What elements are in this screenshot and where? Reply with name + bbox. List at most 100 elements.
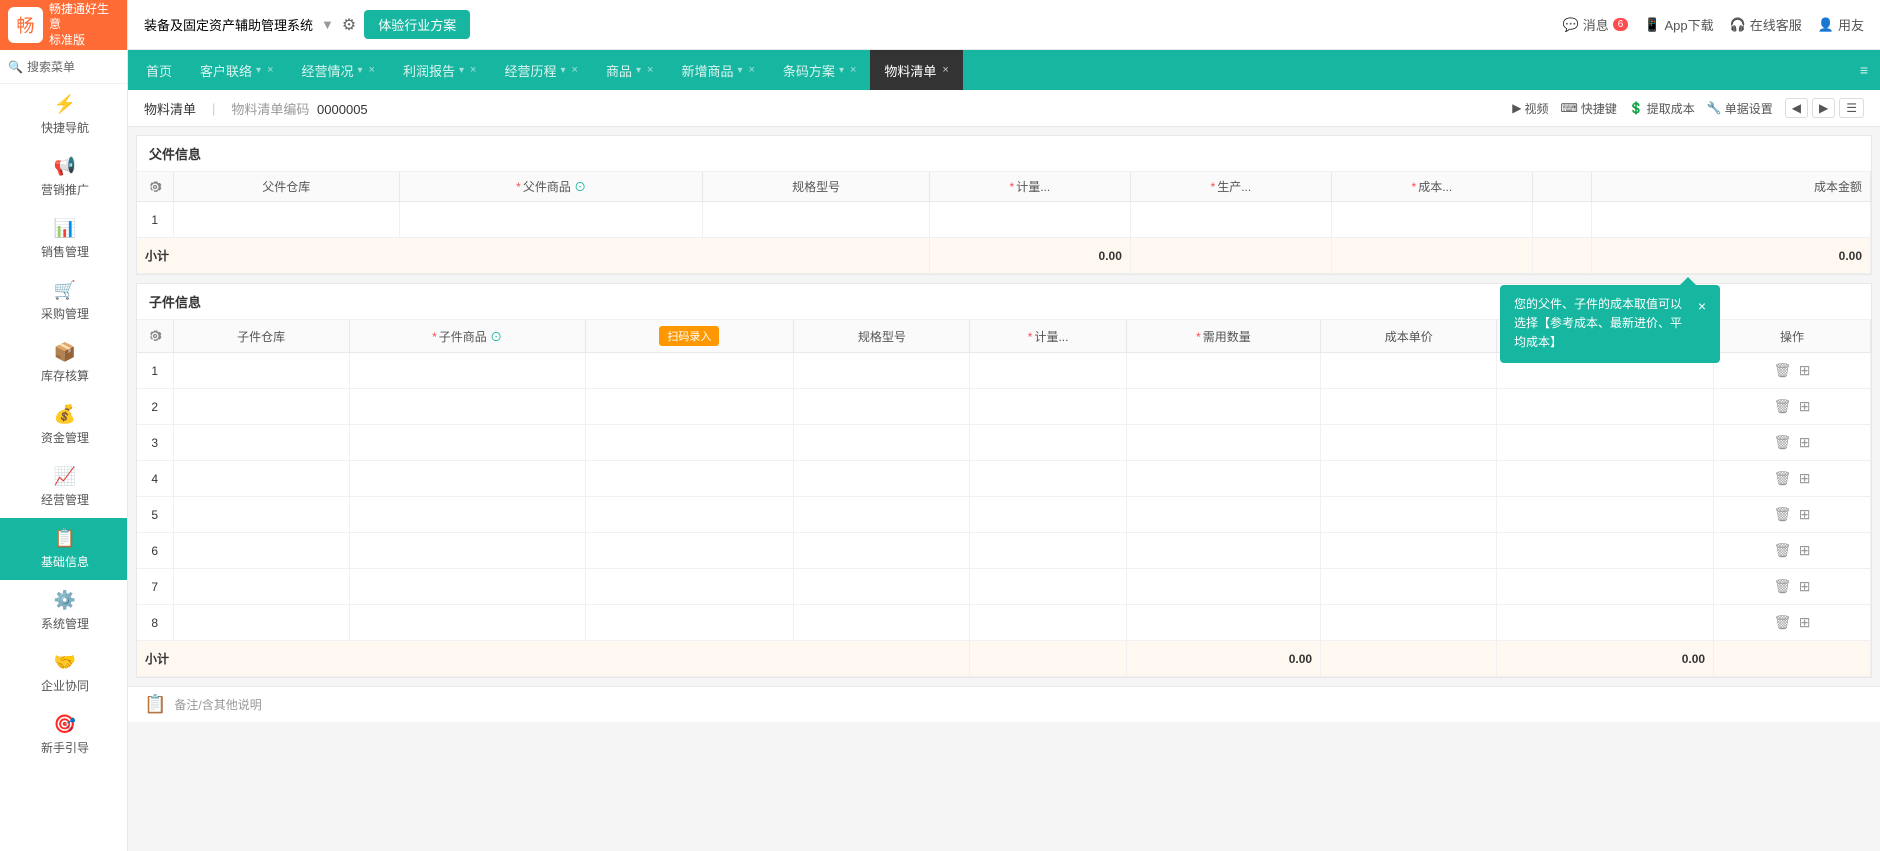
- list-view-btn[interactable]: ☰: [1839, 98, 1864, 118]
- parent-subtotal-label: 小计: [137, 238, 929, 274]
- settings-icon[interactable]: ⚙: [342, 15, 356, 35]
- child-unit-cell-1[interactable]: [970, 353, 1126, 389]
- delete-icon[interactable]: 🗑: [1772, 612, 1794, 632]
- delete-icon[interactable]: 🗑: [1772, 468, 1794, 488]
- tab-home[interactable]: 首页: [132, 50, 186, 90]
- delete-icon[interactable]: 🗑: [1772, 540, 1794, 560]
- th-child-unit: *计量...: [970, 320, 1126, 353]
- doc-settings-btn[interactable]: 🔧 单据设置: [1707, 100, 1773, 117]
- bottom-hint: 📋 备注/含其他说明: [128, 686, 1880, 722]
- experience-btn[interactable]: 体验行业方案: [364, 10, 470, 39]
- sidebar-item-system[interactable]: ⚙️ 系统管理: [0, 580, 127, 642]
- row-num: 1: [137, 202, 173, 238]
- delete-icon[interactable]: 🗑: [1772, 504, 1794, 524]
- tab-history[interactable]: 经营历程 ▾ ×: [490, 50, 591, 90]
- child-unitcost-cell-1[interactable]: [1321, 353, 1497, 389]
- close-icon[interactable]: ×: [572, 64, 578, 76]
- top-header: 装备及固定资产辅助管理系统 ▼ ⚙ 体验行业方案 💬 消息 6 📱 App下载 …: [128, 0, 1880, 50]
- main-content: 装备及固定资产辅助管理系统 ▼ ⚙ 体验行业方案 💬 消息 6 📱 App下载 …: [128, 0, 1880, 851]
- tab-profit[interactable]: 利润报告 ▾ ×: [389, 50, 490, 90]
- user-btn[interactable]: 👤 用友: [1818, 15, 1864, 34]
- close-icon[interactable]: ×: [647, 64, 653, 76]
- sidebar-item-inventory[interactable]: 📦 库存核算: [0, 332, 127, 394]
- child-table-row: 6 🗑 ⊞: [137, 533, 1871, 569]
- tooltip-close-btn[interactable]: ×: [1698, 295, 1706, 317]
- delete-icon[interactable]: 🗑: [1772, 432, 1794, 452]
- parent-subtotal-amount: 0.00: [1592, 238, 1871, 274]
- close-icon[interactable]: ×: [748, 64, 754, 76]
- th-unit: *计量...: [929, 172, 1130, 202]
- user-icon: 👤: [1818, 17, 1834, 33]
- tab-bom[interactable]: 物料清单 ×: [870, 50, 962, 90]
- child-reqqty-cell-1[interactable]: [1126, 353, 1320, 389]
- chevron-down-icon: ▾: [358, 65, 363, 76]
- child-table-row: 5 🗑 ⊞: [137, 497, 1871, 533]
- sidebar-item-basic-info[interactable]: 📋 基础信息: [0, 518, 127, 580]
- th-child-settings[interactable]: [137, 320, 173, 353]
- video-btn[interactable]: ▶ 视频: [1512, 100, 1548, 117]
- tab-new-product[interactable]: 新增商品 ▾ ×: [667, 50, 768, 90]
- online-service-btn[interactable]: 🎧 在线客服: [1730, 15, 1802, 34]
- parent-product-cell[interactable]: [400, 202, 703, 238]
- sidebar-item-finance[interactable]: 💰 资金管理: [0, 394, 127, 456]
- th-cost-amount: 成本金额: [1592, 172, 1871, 202]
- extract-cost-btn[interactable]: 💲 提取成本: [1629, 100, 1695, 117]
- sidebar-item-marketing[interactable]: 📢 营销推广: [0, 146, 127, 208]
- sidebar-item-purchase[interactable]: 🛒 采购管理: [0, 270, 127, 332]
- tab-operation[interactable]: 经营情况 ▾ ×: [288, 50, 389, 90]
- close-icon[interactable]: ×: [470, 64, 476, 76]
- chevron-down-icon: ▾: [560, 65, 565, 76]
- close-icon[interactable]: ×: [267, 64, 273, 76]
- copy-icon[interactable]: ⊞: [1797, 360, 1813, 380]
- page-breadcrumb-title: 物料清单: [144, 99, 196, 118]
- copy-icon[interactable]: ⊞: [1797, 396, 1813, 416]
- close-icon[interactable]: ×: [942, 64, 948, 76]
- shortcut-btn[interactable]: ⌨ 快捷键: [1560, 100, 1616, 117]
- child-product-cell-1[interactable]: [349, 353, 585, 389]
- parent-spec-cell[interactable]: [703, 202, 930, 238]
- search-menu-item[interactable]: 🔍 搜索菜单: [0, 50, 127, 84]
- nav-next-btn[interactable]: ▶: [1812, 98, 1835, 118]
- parent-warehouse-cell[interactable]: [173, 202, 400, 238]
- parent-unit-cell[interactable]: [929, 202, 1130, 238]
- sidebar: 畅 畅捷通好生意 标准版 🔍 搜索菜单 ⚡ 快捷导航 📢 营销推广 📊 销售管理…: [0, 0, 128, 851]
- nav-prev-btn[interactable]: ◀: [1785, 98, 1808, 118]
- page-content: 物料清单 | 物料清单编码 0000005 ▶ 视频 ⌨ 快捷键 💲 提取成本: [128, 90, 1880, 851]
- child-subtotal-row: 小计 0.00 0.00: [137, 641, 1871, 677]
- delete-icon[interactable]: 🗑: [1772, 576, 1794, 596]
- sidebar-item-business[interactable]: 📈 经营管理: [0, 456, 127, 518]
- close-icon[interactable]: ×: [369, 64, 375, 76]
- parent-subtotal-qty: 0.00: [929, 238, 1130, 274]
- app-download-btn[interactable]: 📱 App下载: [1644, 15, 1713, 34]
- parent-table: 父件仓库 *父件商品 ⊙ 规格型号 *计量... *生产... *成本... 成…: [137, 172, 1871, 274]
- sidebar-item-enterprise[interactable]: 🤝 企业协同: [0, 642, 127, 704]
- tab-barcode[interactable]: 条码方案 ▾ ×: [769, 50, 870, 90]
- tab-products[interactable]: 商品 ▾ ×: [592, 50, 667, 90]
- close-icon[interactable]: ×: [850, 64, 856, 76]
- sidebar-item-quick-nav[interactable]: ⚡ 快捷导航: [0, 84, 127, 146]
- delete-icon[interactable]: 🗑: [1772, 360, 1794, 380]
- child-warehouse-cell-2[interactable]: [173, 389, 349, 425]
- copy-icon[interactable]: ⊞: [1797, 612, 1813, 632]
- copy-icon[interactable]: ⊞: [1797, 468, 1813, 488]
- copy-icon[interactable]: ⊞: [1797, 540, 1813, 560]
- sidebar-item-sales[interactable]: 📊 销售管理: [0, 208, 127, 270]
- th-settings[interactable]: [137, 172, 173, 202]
- delete-icon[interactable]: 🗑: [1772, 396, 1794, 416]
- copy-icon[interactable]: ⊞: [1797, 504, 1813, 524]
- parent-cost-cell[interactable]: [1331, 202, 1532, 238]
- dropdown-icon[interactable]: ▼: [321, 17, 334, 32]
- child-spec-cell-1[interactable]: [794, 353, 970, 389]
- sidebar-item-guide[interactable]: 🎯 新手引导: [0, 704, 127, 766]
- copy-icon[interactable]: ⊞: [1797, 576, 1813, 596]
- parent-section-title: 父件信息: [137, 136, 1871, 172]
- child-action-cell-1: 🗑 ⊞: [1714, 353, 1871, 389]
- close-all-tabs-btn[interactable]: ≡: [1852, 62, 1876, 78]
- chevron-down-icon: ▾: [636, 65, 641, 76]
- parent-production-cell[interactable]: [1130, 202, 1331, 238]
- tab-customer[interactable]: 客户联络 ▾ ×: [186, 50, 287, 90]
- copy-icon[interactable]: ⊞: [1797, 432, 1813, 452]
- message-btn[interactable]: 💬 消息 6: [1563, 15, 1629, 34]
- child-warehouse-cell-1[interactable]: [173, 353, 349, 389]
- scan-input-btn[interactable]: 扫码录入: [659, 326, 719, 346]
